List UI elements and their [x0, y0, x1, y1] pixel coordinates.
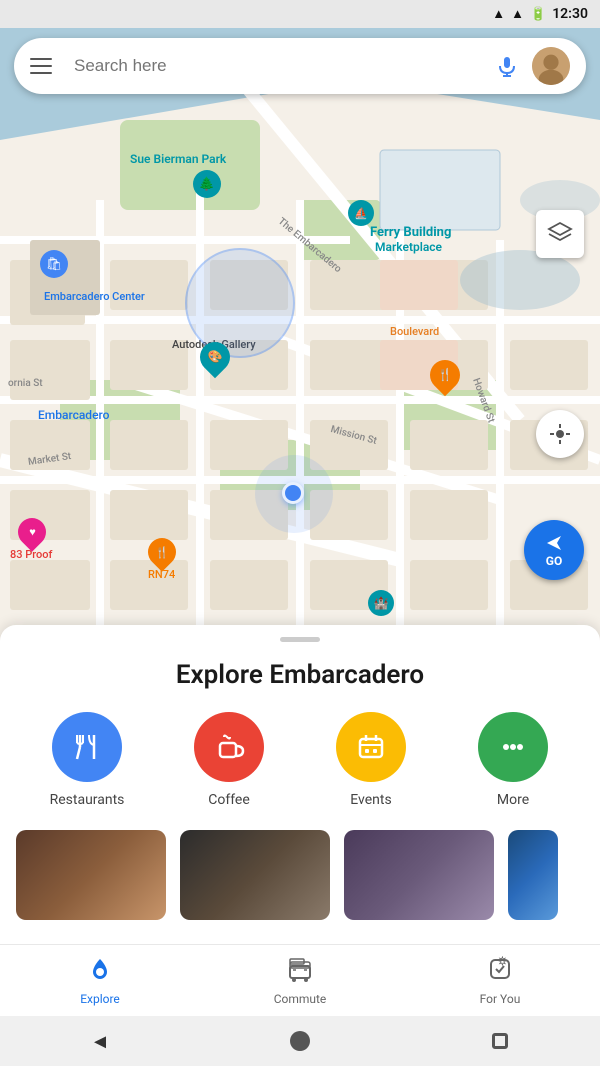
ferry-building-marker[interactable]: ⛵: [348, 200, 374, 226]
bottom-nav: Explore Commute For You: [0, 944, 600, 1016]
system-nav-bar: ◄: [0, 1016, 600, 1066]
boulevard-label: Boulevard: [390, 325, 439, 338]
recents-button[interactable]: [478, 1019, 522, 1063]
ornia-st-label: ornia St: [8, 378, 43, 389]
commute-icon: [287, 956, 313, 988]
voice-search-button[interactable]: [490, 49, 524, 83]
boulevard-marker[interactable]: 🍴: [430, 360, 460, 390]
coffee-icon-circle: [194, 712, 264, 782]
status-bar: ▲ ▲ 🔋 12:30: [0, 0, 600, 28]
explore-icon: [87, 956, 113, 988]
search-input[interactable]: [62, 56, 490, 76]
status-time: 12:30: [552, 6, 588, 22]
search-bar: [14, 38, 586, 94]
go-navigation-button[interactable]: GO: [524, 520, 584, 580]
category-events[interactable]: Events: [326, 712, 416, 808]
ferry-building-label: Ferry Building: [370, 225, 451, 240]
battery-icon: 🔋: [530, 7, 546, 22]
explore-nav-label: Explore: [80, 992, 120, 1006]
thumbnail-row: [0, 830, 600, 920]
user-avatar-button[interactable]: [532, 47, 570, 85]
go-button-label: GO: [546, 554, 562, 568]
thumbnail-1[interactable]: [16, 830, 166, 920]
landmark-marker[interactable]: 🏰: [368, 590, 394, 616]
events-label: Events: [350, 792, 391, 808]
nav-commute[interactable]: Commute: [200, 956, 400, 1006]
embarcadero-center-label1: Embarcadero Center: [44, 290, 145, 303]
restaurants-label: Restaurants: [50, 792, 125, 808]
for-you-nav-label: For You: [480, 992, 521, 1006]
nav-for-you[interactable]: For You: [400, 956, 600, 1006]
thumbnail-3[interactable]: [344, 830, 494, 920]
coffee-label: Coffee: [208, 792, 250, 808]
back-button[interactable]: ◄: [78, 1019, 122, 1063]
category-more[interactable]: More: [468, 712, 558, 808]
category-coffee[interactable]: Coffee: [184, 712, 274, 808]
restaurants-icon-circle: [52, 712, 122, 782]
home-button[interactable]: [278, 1019, 322, 1063]
map-layer-button[interactable]: [536, 210, 584, 258]
park-marker[interactable]: 🌲: [193, 170, 221, 198]
nav-explore[interactable]: Explore: [0, 956, 200, 1006]
map-area[interactable]: Sue Bierman Park Ferry Building Marketpl…: [0, 0, 600, 640]
drag-handle[interactable]: [280, 637, 320, 642]
rn74-pin[interactable]: 🍴 RN74: [148, 538, 176, 579]
embarcadero-st-label: Embarcadero: [38, 408, 109, 422]
thumbnail-2[interactable]: [180, 830, 330, 920]
commute-nav-label: Commute: [274, 992, 327, 1006]
ferry-building-marketplace-label: Marketplace: [375, 240, 442, 254]
wifi-icon: ▲: [492, 6, 505, 22]
menu-button[interactable]: [30, 50, 62, 82]
sue-bierman-park-label: Sue Bierman Park: [130, 152, 226, 166]
center-location-button[interactable]: [536, 410, 584, 458]
thumbnail-4[interactable]: [508, 830, 558, 920]
83-proof-pin[interactable]: ♥ 83 Proof: [18, 518, 60, 559]
events-icon-circle: [336, 712, 406, 782]
more-label: More: [497, 792, 529, 808]
category-restaurants[interactable]: Restaurants: [42, 712, 132, 808]
current-location-dot: [282, 482, 304, 504]
signal-icon: ▲: [511, 6, 524, 22]
embarcadero-shopping-marker[interactable]: 🛍: [40, 250, 68, 278]
explore-title: Explore Embarcadero: [0, 660, 600, 690]
more-icon-circle: [478, 712, 548, 782]
for-you-icon: [487, 956, 513, 988]
autodesk-marker[interactable]: 🎨: [200, 342, 230, 372]
categories-row: Restaurants Coffee: [0, 712, 600, 808]
